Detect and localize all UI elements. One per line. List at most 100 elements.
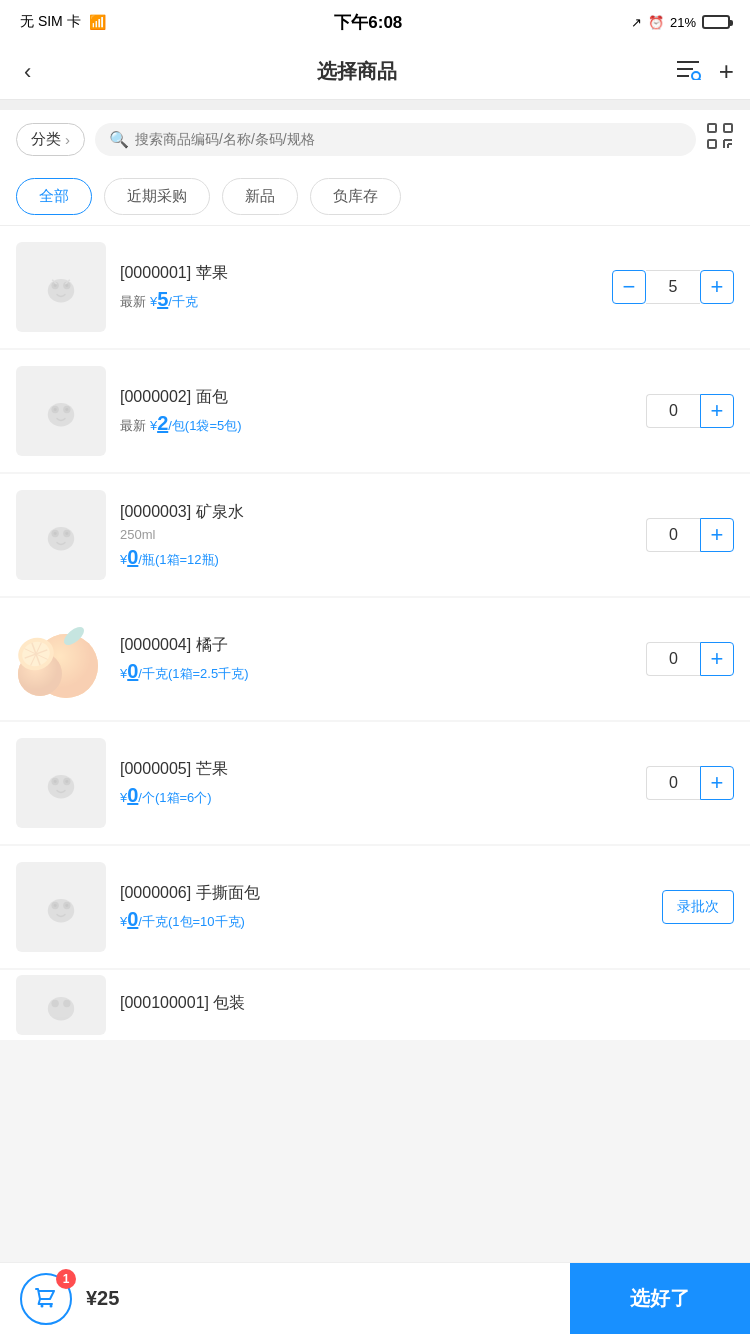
svg-point-15 [54,284,57,287]
list-item: [0000003] 矿泉水 250ml ¥0/瓶(1箱=12瓶) + [0,474,750,596]
tab-all[interactable]: 全部 [16,178,92,215]
product-price-0000005: ¥0/个(1箱=6个) [120,784,632,807]
tab-negative[interactable]: 负库存 [310,178,401,215]
product-image-0000005 [16,738,106,828]
search-icon: 🔍 [109,130,129,149]
product-list: [0000001] 苹果 最新 ¥5/千克 − + [0,226,750,1122]
product-info-0000003: [0000003] 矿泉水 250ml ¥0/瓶(1箱=12瓶) [120,502,632,569]
no-sim-text: 无 SIM 卡 [20,13,81,31]
back-button[interactable]: ‹ [16,51,39,93]
cart-button[interactable]: 1 [20,1273,72,1325]
list-item: [0000001] 苹果 最新 ¥5/千克 − + [0,226,750,348]
nav-actions: + [675,56,734,87]
svg-point-51 [41,1304,44,1307]
product-info-0000005: [0000005] 芒果 ¥0/个(1箱=6个) [120,759,632,807]
list-item: [0000002] 面包 最新 ¥2/包(1袋=5包) + [0,350,750,472]
svg-point-49 [51,1000,58,1007]
bottom-bar: 1 ¥25 选好了 [0,1262,750,1334]
plus-button-0000004[interactable]: + [700,642,734,676]
product-image-000100001 [16,975,106,1035]
cart-total: ¥25 [86,1287,119,1310]
svg-point-3 [692,72,700,80]
product-name-0000006: [0000006] 手撕面包 [120,883,648,904]
wifi-icon: 📶 [89,14,106,30]
product-info-0000004: [0000004] 橘子 ¥0/千克(1箱=2.5千克) [120,635,632,683]
add-icon[interactable]: + [719,56,734,87]
filter-icon[interactable] [675,58,701,86]
batch-button-0000006[interactable]: 录批次 [662,890,734,924]
qty-input-0000001[interactable] [646,270,700,304]
list-item: [000100001] 包装 [0,970,750,1040]
qty-control-0000004: + [646,642,734,676]
product-info-000100001: [000100001] 包装 [120,993,734,1018]
cart-section: 1 ¥25 [0,1273,570,1325]
product-price-0000001: 最新 ¥5/千克 [120,288,598,311]
svg-point-26 [65,532,68,535]
qty-input-0000002[interactable] [646,394,700,428]
list-item: [0000004] 橘子 ¥0/千克(1箱=2.5千克) + [0,598,750,720]
qty-control-0000005: + [646,766,734,800]
tab-recent[interactable]: 近期采购 [104,178,210,215]
page-title: 选择商品 [317,58,397,85]
scan-icon[interactable] [706,122,734,156]
svg-point-42 [65,780,68,783]
product-name-0000001: [0000001] 苹果 [120,263,598,284]
product-image-0000002 [16,366,106,456]
svg-point-46 [54,904,57,907]
product-name-000100001: [000100001] 包装 [120,993,734,1014]
category-label: 分类 [31,130,61,149]
plus-button-0000005[interactable]: + [700,766,734,800]
confirm-button[interactable]: 选好了 [570,1263,750,1335]
qty-input-0000005[interactable] [646,766,700,800]
qty-input-0000003[interactable] [646,518,700,552]
status-right: ↗ ⏰ 21% [631,15,730,30]
product-name-0000004: [0000004] 橘子 [120,635,632,656]
svg-point-48 [48,997,74,1020]
qty-input-0000004[interactable] [646,642,700,676]
svg-rect-7 [708,140,716,148]
svg-point-52 [50,1304,53,1307]
minus-button-0000001[interactable]: − [612,270,646,304]
product-price-0000006: ¥0/千克(1包=10千克) [120,908,648,931]
status-time: 下午6:08 [334,11,402,34]
svg-point-43 [48,899,74,922]
tab-new[interactable]: 新品 [222,178,298,215]
product-info-0000001: [0000001] 苹果 最新 ¥5/千克 [120,263,598,311]
svg-point-21 [65,408,68,411]
svg-point-25 [54,532,57,535]
svg-rect-6 [724,124,732,132]
product-info-0000002: [0000002] 面包 最新 ¥2/包(1袋=5包) [120,387,632,435]
location-icon: ↗ [631,15,642,30]
product-image-0000001 [16,242,106,332]
qty-control-0000002: + [646,394,734,428]
qty-control-0000001: − + [612,270,734,304]
svg-point-38 [48,775,74,798]
svg-rect-5 [708,124,716,132]
search-input[interactable] [135,131,682,147]
alarm-icon: ⏰ [648,15,664,30]
product-price-0000004: ¥0/千克(1箱=2.5千克) [120,660,632,683]
product-price-0000003: ¥0/瓶(1箱=12瓶) [120,546,632,569]
battery-text: 21% [670,15,696,30]
product-info-0000006: [0000006] 手撕面包 ¥0/千克(1包=10千克) [120,883,648,931]
filter-bar: 分类 › 🔍 [0,110,750,168]
status-left: 无 SIM 卡 📶 [20,13,106,31]
status-bar: 无 SIM 卡 📶 下午6:08 ↗ ⏰ 21% [0,0,750,44]
plus-button-0000003[interactable]: + [700,518,734,552]
list-item: [0000006] 手撕面包 ¥0/千克(1包=10千克) 录批次 [0,846,750,968]
category-button[interactable]: 分类 › [16,123,85,156]
svg-line-4 [699,79,701,80]
product-spec-0000003: 250ml [120,527,632,542]
product-name-0000005: [0000005] 芒果 [120,759,632,780]
nav-bar: ‹ 选择商品 + [0,44,750,100]
tabs-bar: 全部 近期采购 新品 负库存 [0,168,750,226]
svg-point-12 [48,279,74,302]
divider [0,100,750,110]
svg-point-20 [54,408,57,411]
plus-button-0000001[interactable]: + [700,270,734,304]
product-image-0000006 [16,862,106,952]
plus-button-0000002[interactable]: + [700,394,734,428]
product-image-0000003 [16,490,106,580]
svg-point-22 [48,527,74,550]
chevron-right-icon: › [65,131,70,148]
